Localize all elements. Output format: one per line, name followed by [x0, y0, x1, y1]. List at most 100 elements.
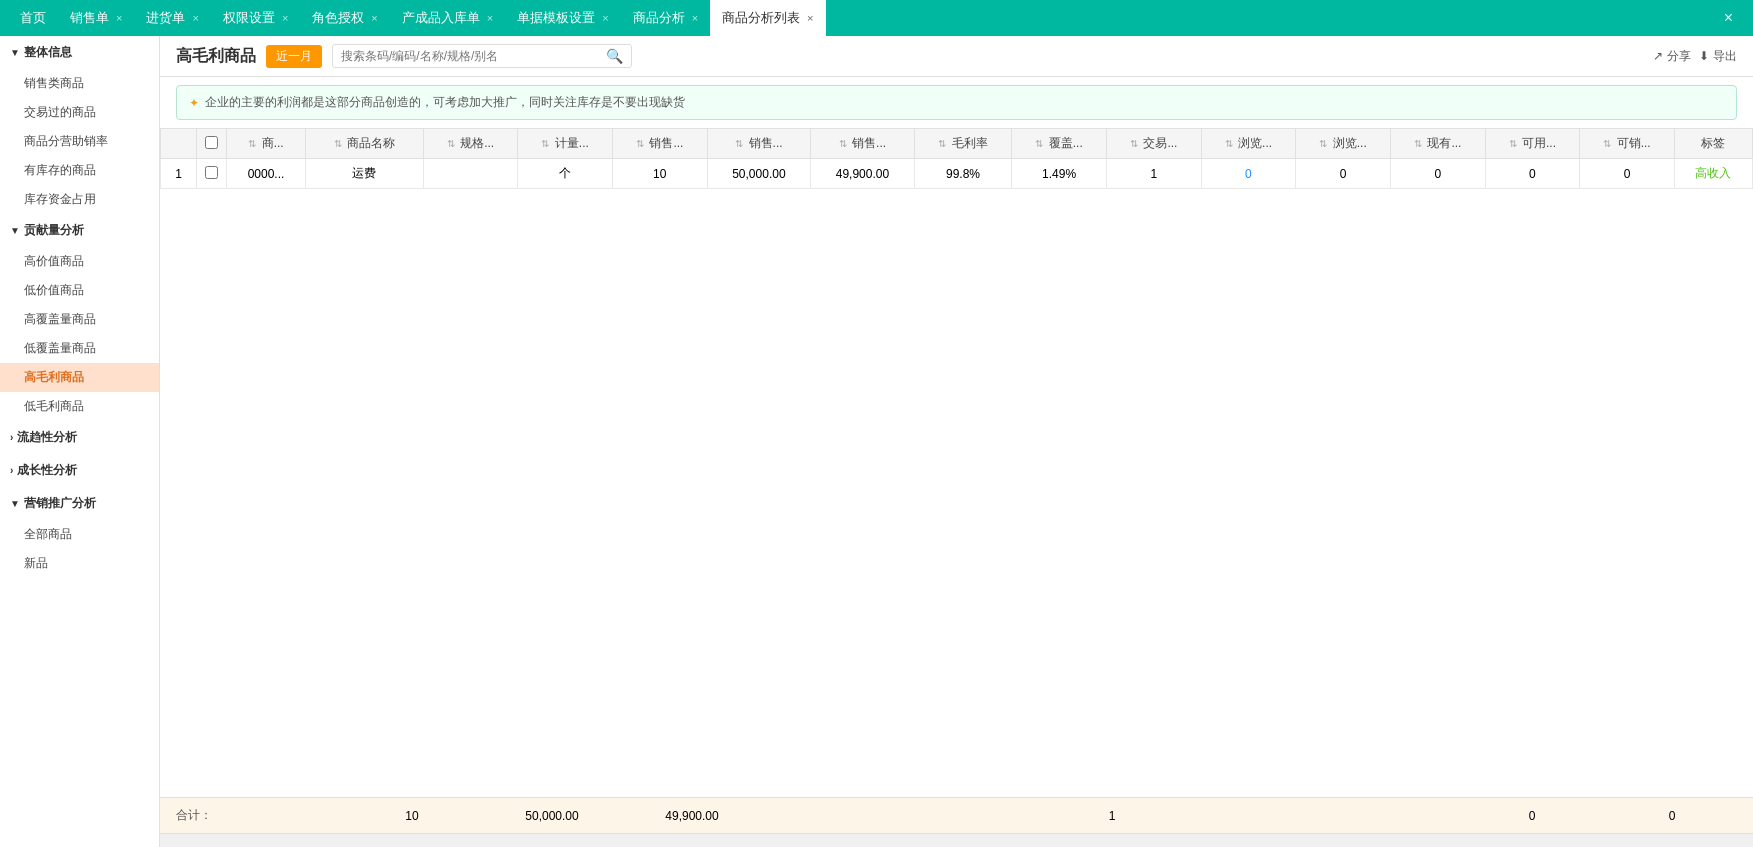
col-pv2[interactable]: ⇅ 浏览... [1296, 129, 1391, 159]
nav-close-icon[interactable]: × [282, 12, 288, 24]
horizontal-scrollbar[interactable] [160, 833, 1753, 847]
cell-tag: 高收入 [1674, 159, 1752, 189]
sidebar-group-overview[interactable]: ▼ 整体信息 [0, 36, 159, 69]
sort-icon: ⇅ [541, 138, 549, 149]
sort-icon: ⇅ [1603, 138, 1611, 149]
nav-close-icon[interactable]: × [602, 12, 608, 24]
expand-icon: › [10, 465, 13, 476]
col-tag[interactable]: 标签 [1674, 129, 1752, 159]
search-box: 🔍 [332, 44, 632, 68]
cell-stock-current: 0 [1390, 159, 1485, 189]
nav-product-analysis-list[interactable]: 商品分析列表 × [710, 0, 825, 36]
pv1-link[interactable]: 0 [1245, 167, 1252, 181]
nav-product-stock[interactable]: 产成品入库单 × [390, 0, 505, 36]
nav-close-icon[interactable]: × [116, 12, 122, 24]
col-transactions[interactable]: ⇅ 交易... [1106, 129, 1201, 159]
cell-stock-available: 0 [1485, 159, 1580, 189]
sidebar: ▼ 整体信息 销售类商品 交易过的商品 商品分营助销率 有库存的商品 库存资金占… [0, 36, 160, 847]
sort-icon: ⇅ [334, 138, 342, 149]
sort-icon: ⇅ [248, 138, 256, 149]
cell-sales-amount: 50,000.00 [707, 159, 811, 189]
row-checkbox[interactable] [205, 166, 218, 179]
sidebar-group-contribution[interactable]: ▼ 贡献量分析 [0, 214, 159, 247]
sidebar-item-in-stock[interactable]: 有库存的商品 [0, 156, 159, 185]
sidebar-item-traded-goods[interactable]: 交易过的商品 [0, 98, 159, 127]
sidebar-item-all-goods[interactable]: 全部商品 [0, 520, 159, 549]
nav-role-auth[interactable]: 角色授权 × [300, 0, 389, 36]
window-close-button[interactable]: × [1712, 0, 1745, 36]
nav-product-analysis[interactable]: 商品分析 × [621, 0, 710, 36]
col-margin-rate[interactable]: ⇅ 毛利率 [914, 129, 1012, 159]
col-stock-available[interactable]: ⇅ 可用... [1485, 129, 1580, 159]
col-stock-sellable[interactable]: ⇅ 可销... [1580, 129, 1675, 159]
cell-transactions: 1 [1106, 159, 1201, 189]
sidebar-group-trend[interactable]: › 流趋性分析 [0, 421, 159, 454]
main-layout: ▼ 整体信息 销售类商品 交易过的商品 商品分营助销率 有库存的商品 库存资金占… [0, 36, 1753, 847]
expand-icon: ▼ [10, 225, 20, 236]
nav-close-icon[interactable]: × [192, 12, 198, 24]
select-all-checkbox[interactable] [205, 136, 218, 149]
sort-icon: ⇅ [1225, 138, 1233, 149]
sidebar-item-low-coverage[interactable]: 低覆盖量商品 [0, 334, 159, 363]
footer-values: 10 50,000.00 49,900.00 1 0 0 [232, 809, 1737, 823]
search-icon[interactable]: 🔍 [606, 48, 623, 64]
sort-icon: ⇅ [735, 138, 743, 149]
col-checkbox[interactable] [197, 129, 227, 159]
nav-close-icon[interactable]: × [692, 12, 698, 24]
sort-icon: ⇅ [636, 138, 644, 149]
cell-sales-qty: 10 [612, 159, 707, 189]
nav-sales-order[interactable]: 销售单 × [58, 0, 134, 36]
sidebar-item-low-value[interactable]: 低价值商品 [0, 276, 159, 305]
col-sales-profit[interactable]: ⇅ 销售... [811, 129, 915, 159]
sidebar-item-sales-goods[interactable]: 销售类商品 [0, 69, 159, 98]
content-area: 高毛利商品 近一月 🔍 ↗ 分享 ⬇ 导出 ✦ 企业的主要的利润都是这部分 [160, 36, 1753, 847]
sidebar-item-assist-rate[interactable]: 商品分营助销率 [0, 127, 159, 156]
cell-checkbox[interactable] [197, 159, 227, 189]
sort-icon: ⇅ [1319, 138, 1327, 149]
recent-month-button[interactable]: 近一月 [266, 45, 322, 68]
col-sales-amount[interactable]: ⇅ 销售... [707, 129, 811, 159]
data-table: ⇅ 商... ⇅ 商品名称 ⇅ 规格... ⇅ [160, 128, 1753, 189]
col-index [161, 129, 197, 159]
cell-unit: 个 [518, 159, 613, 189]
cell-pv2: 0 [1296, 159, 1391, 189]
col-stock-current[interactable]: ⇅ 现有... [1390, 129, 1485, 159]
col-sales-qty[interactable]: ⇅ 销售... [612, 129, 707, 159]
search-input[interactable] [341, 49, 606, 63]
sidebar-item-high-margin[interactable]: 高毛利商品 [0, 363, 159, 392]
nav-template-settings[interactable]: 单据模板设置 × [505, 0, 620, 36]
col-pv1[interactable]: ⇅ 浏览... [1201, 129, 1296, 159]
cell-sales-profit: 49,900.00 [811, 159, 915, 189]
export-icon: ⬇ [1699, 49, 1709, 63]
nav-close-icon[interactable]: × [487, 12, 493, 24]
sort-icon: ⇅ [1130, 138, 1138, 149]
col-name[interactable]: ⇅ 商品名称 [305, 129, 423, 159]
nav-close-icon[interactable]: × [807, 12, 813, 24]
col-code[interactable]: ⇅ 商... [227, 129, 306, 159]
sidebar-item-high-value[interactable]: 高价值商品 [0, 247, 159, 276]
nav-permission-settings[interactable]: 权限设置 × [211, 0, 300, 36]
footer-sales-qty-val: 10 [372, 809, 452, 823]
sidebar-item-new-goods[interactable]: 新品 [0, 549, 159, 578]
col-unit[interactable]: ⇅ 计量... [518, 129, 613, 159]
cell-spec [423, 159, 518, 189]
col-spec[interactable]: ⇅ 规格... [423, 129, 518, 159]
nav-purchase-order[interactable]: 进货单 × [134, 0, 210, 36]
sidebar-group-marketing[interactable]: ▼ 营销推广分析 [0, 487, 159, 520]
nav-close-icon[interactable]: × [371, 12, 377, 24]
sidebar-group-growth[interactable]: › 成长性分析 [0, 454, 159, 487]
share-button[interactable]: ↗ 分享 [1653, 48, 1691, 65]
cell-pv1[interactable]: 0 [1201, 159, 1296, 189]
col-coverage[interactable]: ⇅ 覆盖... [1012, 129, 1107, 159]
table-row[interactable]: 1 0000... 运费 个 10 50,000.00 49,900.00 99… [161, 159, 1753, 189]
nav-home[interactable]: 首页 [8, 0, 58, 36]
sidebar-item-low-margin[interactable]: 低毛利商品 [0, 392, 159, 421]
export-button[interactable]: ⬇ 导出 [1699, 48, 1737, 65]
cell-name: 运费 [305, 159, 423, 189]
data-table-wrapper[interactable]: ⇅ 商... ⇅ 商品名称 ⇅ 规格... ⇅ [160, 128, 1753, 797]
footer-sales-profit: 49,900.00 [652, 809, 732, 823]
sidebar-item-stock-capital[interactable]: 库存资金占用 [0, 185, 159, 214]
sidebar-item-high-coverage[interactable]: 高覆盖量商品 [0, 305, 159, 334]
footer-stock-sellable: 0 [1632, 809, 1712, 823]
info-icon: ✦ [189, 96, 199, 110]
